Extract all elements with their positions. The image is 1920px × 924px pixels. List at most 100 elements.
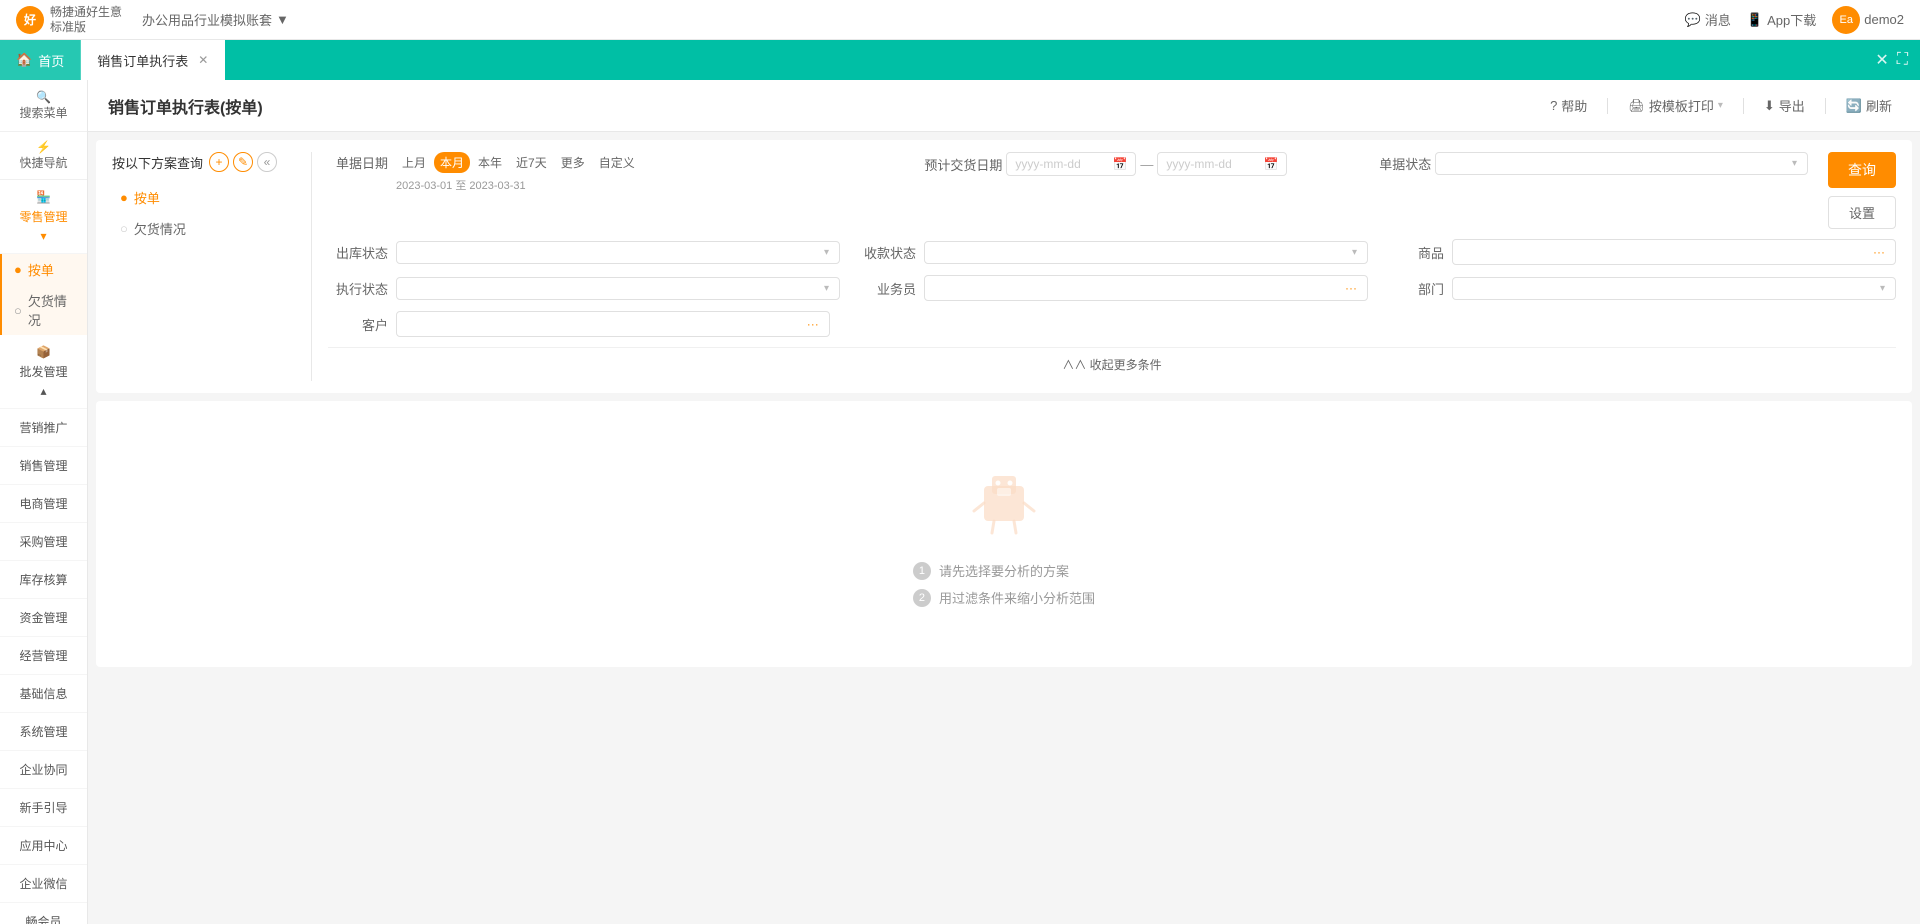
- date-tab-last7[interactable]: 近7天: [510, 152, 553, 173]
- print-caret-icon: ▾: [1718, 100, 1723, 111]
- message-label: 消息: [1705, 10, 1731, 29]
- salesperson-select[interactable]: ···: [924, 275, 1368, 301]
- date-end-input[interactable]: yyyy-mm-dd 📅: [1157, 152, 1287, 176]
- date-tab-custom[interactable]: 自定义: [593, 152, 641, 173]
- sidebar-item-ecommerce[interactable]: 电商管理: [0, 485, 87, 523]
- add-scheme-button[interactable]: +: [209, 152, 229, 172]
- calendar-end-icon: 📅: [1263, 157, 1278, 171]
- exec-status-label: 执行状态: [328, 279, 388, 298]
- tab-close-icon[interactable]: ✕: [198, 53, 208, 67]
- sidebar-subitem-debt[interactable]: ○ 欠货情况: [2, 285, 87, 335]
- edit-scheme-button[interactable]: ✎: [233, 152, 253, 172]
- goods-select[interactable]: ···: [1452, 239, 1896, 265]
- empty-tips: 1 请先选择要分析的方案 2 用过滤条件来缩小分析范围: [913, 561, 1095, 607]
- department-label: 部门: [1384, 279, 1444, 298]
- sidebar-item-wechat[interactable]: 企业微信: [0, 865, 87, 903]
- help-label: 帮助: [1561, 96, 1587, 115]
- debt-dot: ○: [120, 221, 128, 236]
- message-icon: 💬: [1685, 12, 1701, 28]
- sidebar-item-basic[interactable]: 基础信息: [0, 675, 87, 713]
- date-tab-prev-month[interactable]: 上月: [396, 152, 432, 173]
- refresh-button[interactable]: 🔄 刷新: [1838, 92, 1900, 119]
- date-end-placeholder: yyyy-mm-dd: [1166, 157, 1231, 171]
- expected-date-label: 预计交货日期: [922, 155, 1002, 174]
- sidebar-item-ops[interactable]: 经营管理: [0, 637, 87, 675]
- date-tab-this-year[interactable]: 本年: [472, 152, 508, 173]
- collection-caret-icon: ▾: [1352, 247, 1357, 258]
- filter-panel: 按以下方案查询 + ✎ « ● 按单 ○ 欠货情况: [96, 140, 1912, 393]
- settings-button[interactable]: 设置: [1828, 196, 1896, 229]
- print-icon: 🖨: [1628, 98, 1645, 114]
- sidebar-item-guide[interactable]: 新手引导: [0, 789, 87, 827]
- sidebar-item-sales[interactable]: 销售管理: [0, 447, 87, 485]
- sidebar-item-enterprise[interactable]: 企业协同: [0, 751, 87, 789]
- empty-state: 1 请先选择要分析的方案 2 用过滤条件来缩小分析范围: [96, 401, 1912, 667]
- goods-more-icon[interactable]: ···: [1873, 245, 1885, 259]
- tab-sales-exec[interactable]: 销售订单执行表 ✕: [81, 40, 225, 80]
- help-button[interactable]: ? 帮助: [1542, 92, 1595, 119]
- sidebar-subitem-order[interactable]: ● 按单: [2, 254, 87, 285]
- sidebar-item-marketing[interactable]: 营销推广: [0, 409, 87, 447]
- filter-scheme-header: 按以下方案查询 + ✎ «: [112, 152, 299, 172]
- scheme-item-debt[interactable]: ○ 欠货情况: [112, 213, 299, 244]
- tab-home-label: 首页: [38, 51, 64, 70]
- maximize-window-icon[interactable]: ⛶: [1897, 51, 1908, 69]
- order-dot: ●: [120, 190, 128, 205]
- breadcrumb-text: 办公用品行业模拟账套: [142, 10, 272, 29]
- tab-sales-exec-label: 销售订单执行表: [97, 51, 188, 70]
- date-tabs: 上月 本月 本年 近7天 更多 自定义: [396, 152, 641, 173]
- sidebar-quick-nav[interactable]: ⚡ 快捷导航: [0, 132, 87, 180]
- department-select[interactable]: ▾: [1452, 277, 1896, 300]
- salesperson-more-icon[interactable]: ···: [1345, 281, 1357, 295]
- exec-status-select[interactable]: ▾: [396, 277, 840, 300]
- user-area[interactable]: Ea demo2: [1832, 6, 1904, 34]
- sidebar-item-purchase[interactable]: 采购管理: [0, 523, 87, 561]
- filter-scheme-header-label: 按以下方案查询: [112, 153, 203, 172]
- sidebar-item-appcenter[interactable]: 应用中心: [0, 827, 87, 865]
- collection-select[interactable]: ▾: [924, 241, 1368, 264]
- sidebar-item-finance[interactable]: 资金管理: [0, 599, 87, 637]
- sidebar-item-wholesale[interactable]: 📦 批发管理 ▴: [0, 335, 87, 409]
- sidebar-item-sales-label: 销售管理: [19, 457, 67, 474]
- date-separator: —: [1140, 157, 1153, 172]
- department-caret-icon: ▾: [1880, 283, 1885, 294]
- tab-home[interactable]: 🏠 首页: [0, 40, 81, 80]
- customer-select[interactable]: ···: [396, 311, 830, 337]
- collapse-scheme-button[interactable]: «: [257, 152, 277, 172]
- sidebar-item-inventory[interactable]: 库存核算: [0, 561, 87, 599]
- doc-status-caret-icon: ▾: [1792, 158, 1797, 169]
- sidebar-item-guide-label: 新手引导: [19, 799, 67, 816]
- date-tab-more[interactable]: 更多: [555, 152, 591, 173]
- tip-2-num: 2: [913, 589, 931, 607]
- warehouse-select[interactable]: ▾: [396, 241, 840, 264]
- warehouse-filter: 出库状态 ▾: [328, 241, 840, 264]
- collapse-more-button[interactable]: ∧∧ 收起更多条件: [328, 347, 1896, 381]
- filter-row-3: 执行状态 ▾ 业务员 ···: [328, 275, 1896, 301]
- phone-icon: 📱: [1747, 12, 1763, 28]
- close-window-icon[interactable]: ✕: [1875, 50, 1888, 70]
- help-icon: ?: [1550, 98, 1557, 113]
- sidebar-search[interactable]: 🔍 搜索菜单: [0, 80, 87, 132]
- refresh-label: 刷新: [1866, 96, 1892, 115]
- export-button[interactable]: ⬇ 导出: [1756, 92, 1813, 119]
- sidebar-item-system[interactable]: 系统管理: [0, 713, 87, 751]
- scheme-item-order[interactable]: ● 按单: [112, 182, 299, 213]
- message-button[interactable]: 💬 消息: [1685, 10, 1731, 29]
- date-tab-this-month[interactable]: 本月: [434, 152, 470, 173]
- date-start-input[interactable]: yyyy-mm-dd 📅: [1006, 152, 1136, 176]
- doc-status-select[interactable]: ▾: [1435, 152, 1808, 175]
- exec-status-filter: 执行状态 ▾: [328, 277, 840, 300]
- print-button[interactable]: 🖨 按模板打印 ▾: [1620, 92, 1731, 119]
- customer-more-icon[interactable]: ···: [807, 317, 819, 331]
- filter-row-2: 出库状态 ▾ 收款状态 ▾: [328, 239, 1896, 265]
- sidebar-item-vip[interactable]: 畅会员: [0, 903, 87, 924]
- filter-left: 按以下方案查询 + ✎ « ● 按单 ○ 欠货情况: [112, 152, 312, 381]
- nav-icon: ⚡: [8, 140, 79, 154]
- app-download-button[interactable]: 📱 App下载: [1747, 10, 1816, 29]
- sidebar-item-enterprise-label: 企业协同: [19, 761, 67, 778]
- filter-layout: 按以下方案查询 + ✎ « ● 按单 ○ 欠货情况: [112, 152, 1896, 381]
- sidebar-item-retail[interactable]: 🏪 零售管理 ▾: [0, 180, 87, 254]
- query-button[interactable]: 查询: [1828, 152, 1896, 188]
- breadcrumb[interactable]: 办公用品行业模拟账套 ▼: [142, 10, 289, 29]
- content-area: 销售订单执行表(按单) ? 帮助 🖨 按模板打印 ▾ ⬇ 导出: [88, 80, 1920, 924]
